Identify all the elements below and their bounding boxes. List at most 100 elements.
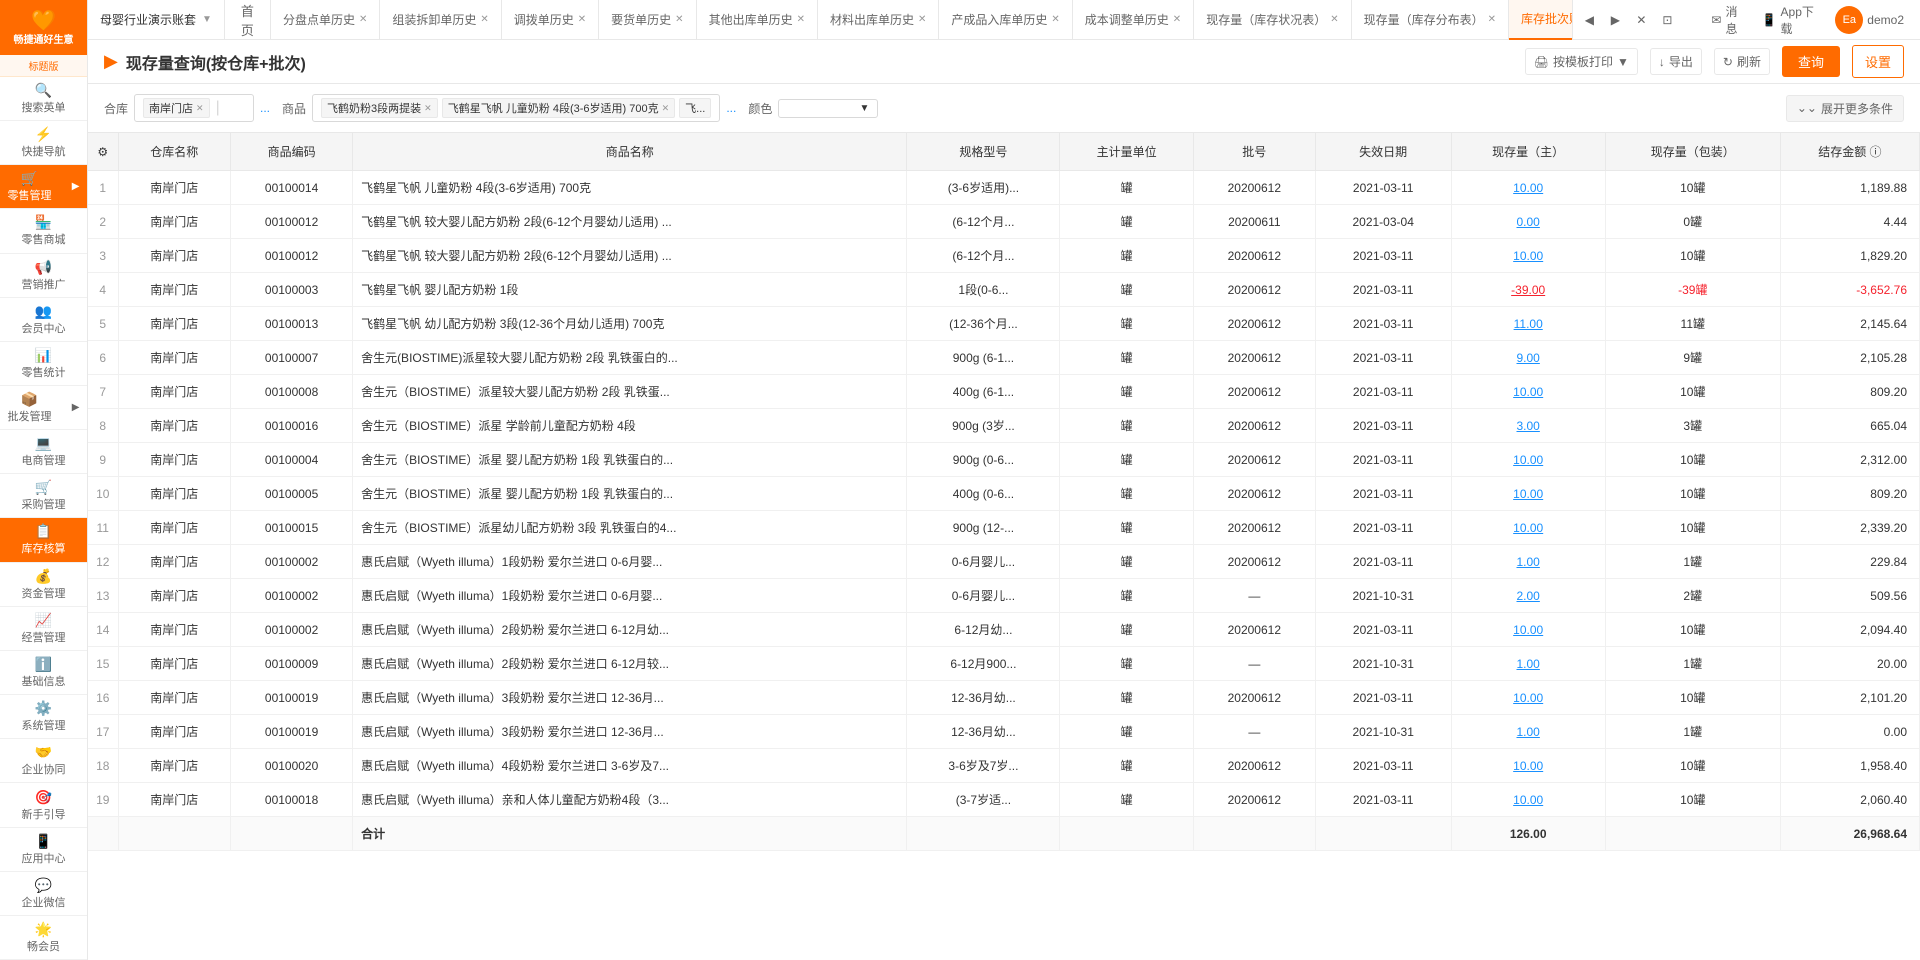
cell-qty-main[interactable]: 10.00 (1451, 749, 1605, 783)
tab-assemble-history[interactable]: 组装拆卸单历史 ✕ (380, 0, 501, 40)
maximize-tab-btn[interactable]: ⊡ (1655, 8, 1679, 32)
close-tab-icon[interactable]: ✕ (480, 14, 488, 25)
sidebar-item-basic-info[interactable]: ℹ️ 基础信息 (0, 651, 88, 695)
cell-qty-main[interactable]: 10.00 (1451, 375, 1605, 409)
user-profile[interactable]: Ea demo2 (1835, 6, 1904, 34)
close-tab-icon[interactable]: ✕ (1330, 14, 1338, 25)
tab-cost-adjust-history[interactable]: 成本调整单历史 ✕ (1073, 0, 1194, 40)
cell-qty-main[interactable]: 10.00 (1451, 511, 1605, 545)
sidebar-item-guide[interactable]: 🎯 新手引导 (0, 783, 88, 827)
cell-qty-main[interactable]: 0.00 (1451, 205, 1605, 239)
remove-goods-tag-1[interactable]: ✕ (424, 103, 432, 114)
cell-qty-main[interactable]: 10.00 (1451, 443, 1605, 477)
goods-tag-2: 飞鹤星飞帆 儿童奶粉 4段(3-6岁适用) 700克 ✕ (442, 98, 675, 118)
remove-goods-tag-2[interactable]: ✕ (662, 103, 670, 114)
goods-input[interactable]: 飞鹤奶粉3段两提装 ✕ 飞鹤星飞帆 儿童奶粉 4段(3-6岁适用) 700克 ✕… (312, 94, 720, 122)
table-wrapper[interactable]: ⚙ 仓库名称 商品编码 商品名称 规格型号 主计量单位 批号 失效日期 现存量（… (88, 133, 1920, 960)
cell-spec: 900g (3岁... (907, 409, 1060, 443)
cell-qty-main[interactable]: 2.00 (1451, 579, 1605, 613)
sidebar-item-search[interactable]: 🔍 搜索英单 (0, 77, 88, 121)
close-tab-icon[interactable]: ✕ (1051, 14, 1059, 25)
gear-icon[interactable]: ⚙ (97, 145, 108, 159)
cell-qty-main[interactable]: 1.00 (1451, 545, 1605, 579)
cell-name: 舍生元（BIOSTIME）派星 婴儿配方奶粉 1段 乳铁蛋白的... (353, 477, 907, 511)
sidebar-item-vip[interactable]: 🌟 畅会员 (0, 916, 88, 960)
sidebar-item-collab[interactable]: 🤝 企业协同 (0, 739, 88, 783)
tab-inventory-batch[interactable]: 库存批次账 ✕ (1509, 0, 1572, 40)
sidebar-item-marketing[interactable]: 📢 营销推广 (0, 254, 88, 298)
refresh-btn[interactable]: ↻ 刷新 (1714, 48, 1770, 75)
message-btn[interactable]: ✉ 消息 (1711, 3, 1745, 37)
tab-material-out-history[interactable]: 材料出库单历史 ✕ (818, 0, 939, 40)
home-tab[interactable]: 首页 (225, 0, 271, 40)
next-tab-btn[interactable]: ▶ (1603, 8, 1627, 32)
close-tab-icon[interactable]: ✕ (578, 14, 586, 25)
tab-transfer-history[interactable]: 调拨单历史 ✕ (502, 0, 599, 40)
cell-unit: 罐 (1060, 715, 1193, 749)
sidebar-item-retail-stats[interactable]: 📊 零售统计 (0, 342, 88, 386)
cell-name: 飞鹤星飞帆 较大婴儿配方奶粉 2段(6-12个月婴幼儿适用) ... (353, 239, 907, 273)
warehouse-more-btn[interactable]: ... (260, 101, 270, 115)
cell-unit: 罐 (1060, 307, 1193, 341)
sidebar-item-retail-mgmt[interactable]: 🛒 零售管理 ▶ (0, 165, 88, 209)
expand-conditions-btn[interactable]: ⌄⌄ 展开更多条件 (1786, 95, 1904, 122)
sidebar-item-wechat-work[interactable]: 💬 企业微信 (0, 872, 88, 916)
cell-qty-main[interactable]: 3.00 (1451, 409, 1605, 443)
breadcrumb-selector[interactable]: 母婴行业演示账套 ▼ (88, 0, 225, 40)
expand-sidebar-btn[interactable]: ▶ (104, 51, 118, 72)
app-download-btn[interactable]: 📱 App下载 (1762, 3, 1820, 37)
cell-expire: 2021-03-11 (1315, 409, 1451, 443)
cell-qty-main[interactable]: 10.00 (1451, 477, 1605, 511)
sidebar-item-purchase[interactable]: 🛒 采购管理 (0, 474, 88, 518)
cell-batch: 20200612 (1193, 511, 1315, 545)
cell-qty-main[interactable]: 9.00 (1451, 341, 1605, 375)
cell-qty-main[interactable]: 10.00 (1451, 613, 1605, 647)
sidebar-item-inventory[interactable]: 📋 库存核算 (0, 518, 88, 562)
vip-icon: 🌟 (35, 921, 52, 938)
cell-qty-main[interactable]: 1.00 (1451, 647, 1605, 681)
sidebar-item-member[interactable]: 👥 会员中心 (0, 298, 88, 342)
color-select[interactable]: ▼ (778, 99, 878, 118)
warehouse-input[interactable]: 南岸门店 ✕ | (134, 94, 254, 122)
tab-inventory-status[interactable]: 现存量（库存状况表） ✕ (1194, 0, 1351, 40)
sidebar-item-operations[interactable]: 📈 经营管理 (0, 607, 88, 651)
close-tab-icon[interactable]: ✕ (675, 14, 683, 25)
cell-qty-main[interactable]: 10.00 (1451, 681, 1605, 715)
cell-qty-main[interactable]: 1.00 (1451, 715, 1605, 749)
query-button[interactable]: 查询 (1782, 46, 1840, 77)
wechat-icon: 💬 (35, 877, 52, 894)
cell-qty-main[interactable]: -39.00 (1451, 273, 1605, 307)
sidebar-item-system[interactable]: ⚙️ 系统管理 (0, 695, 88, 739)
tab-order-history[interactable]: 要货单历史 ✕ (599, 0, 696, 40)
sidebar-item-ecommerce[interactable]: 💻 电商管理 (0, 430, 88, 474)
sidebar-item-retail-shop[interactable]: 🏪 零售商城 (0, 209, 88, 253)
settings-button[interactable]: 设置 (1852, 45, 1904, 78)
close-tab-icon[interactable]: ✕ (1488, 14, 1496, 25)
sidebar-item-app-center[interactable]: 📱 应用中心 (0, 828, 88, 872)
tab-inventory-dist[interactable]: 现存量（库存分布表） ✕ (1352, 0, 1509, 40)
sidebar-item-finance[interactable]: 💰 资金管理 (0, 563, 88, 607)
cell-expire: 2021-03-11 (1315, 239, 1451, 273)
cell-qty-main[interactable]: 10.00 (1451, 239, 1605, 273)
goods-more-btn[interactable]: ... (726, 101, 736, 115)
cell-qty-main[interactable]: 10.00 (1451, 783, 1605, 817)
remove-warehouse-tag[interactable]: ✕ (196, 103, 204, 114)
sidebar-item-quick-nav[interactable]: ⚡ 快捷导航 (0, 121, 88, 165)
close-tab-icon[interactable]: ✕ (797, 14, 805, 25)
export-btn[interactable]: ↓ 导出 (1650, 48, 1702, 75)
close-tab-icon[interactable]: ✕ (918, 14, 926, 25)
close-tab-icon[interactable]: ✕ (1173, 14, 1181, 25)
print-btn[interactable]: 🖨 按模板打印 ▼ (1525, 48, 1638, 75)
tab-inventory-history[interactable]: 分盘点单历史 ✕ (271, 0, 380, 40)
close-tab-btn[interactable]: ✕ (1629, 8, 1653, 32)
cell-qty-main[interactable]: 11.00 (1451, 307, 1605, 341)
cell-name: 惠氏启赋（Wyeth illuma）1段奶粉 爱尔兰进口 0-6月婴... (353, 579, 907, 613)
close-tab-icon[interactable]: ✕ (359, 14, 367, 25)
sidebar-item-wholesale[interactable]: 📦 批发管理 ▶ (0, 386, 88, 430)
tab-other-out-history[interactable]: 其他出库单历史 ✕ (697, 0, 818, 40)
cell-amount: 20.00 (1780, 647, 1919, 681)
tab-product-in-history[interactable]: 产成品入库单历史 ✕ (939, 0, 1072, 40)
logo-label: 标题版 (0, 55, 88, 77)
cell-qty-main[interactable]: 10.00 (1451, 171, 1605, 205)
prev-tab-btn[interactable]: ◀ (1577, 8, 1601, 32)
